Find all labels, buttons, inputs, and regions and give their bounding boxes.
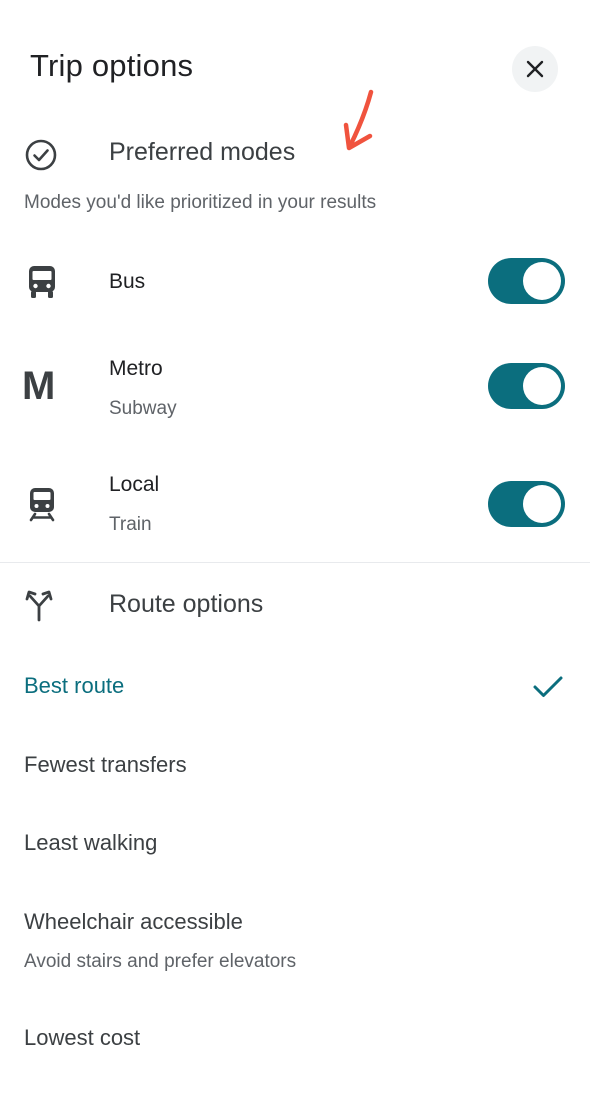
mode-sub-metro: Subway — [109, 398, 177, 419]
preferred-modes-subtitle: Modes you'd like prioritized in your res… — [24, 192, 377, 213]
annotation-arrow-icon — [343, 89, 374, 151]
mode-sub-local: Train — [109, 514, 152, 535]
mode-label-local: Local — [109, 473, 160, 496]
metro-m-icon: M — [22, 364, 56, 408]
preferred-modes-heading: Preferred modes — [109, 138, 296, 166]
close-icon — [526, 60, 544, 78]
train-icon — [29, 488, 55, 522]
close-button[interactable] — [512, 46, 558, 92]
route-option-wheelchair-sub: Avoid stairs and prefer elevators — [24, 951, 297, 972]
mode-label-metro: Metro — [109, 357, 163, 380]
check-icon — [533, 676, 563, 697]
route-option-least-walking[interactable]: Least walking — [24, 830, 157, 856]
check-circle-icon — [25, 139, 57, 171]
page-title: Trip options — [30, 48, 194, 83]
toggle-knob — [523, 367, 561, 405]
route-option-lowest-cost[interactable]: Lowest cost — [24, 1025, 140, 1051]
route-options-heading: Route options — [109, 590, 264, 618]
section-divider — [0, 562, 590, 563]
route-option-fewest-transfers[interactable]: Fewest transfers — [24, 752, 187, 778]
toggle-knob — [523, 262, 561, 300]
local-toggle[interactable] — [488, 481, 565, 527]
metro-toggle[interactable] — [488, 363, 565, 409]
bus-icon — [29, 266, 55, 298]
toggle-knob — [523, 485, 561, 523]
route-fork-icon — [25, 590, 53, 622]
route-option-wheelchair-accessible[interactable]: Wheelchair accessible — [24, 909, 243, 935]
route-option-best-route[interactable]: Best route — [24, 673, 124, 699]
bus-toggle[interactable] — [488, 258, 565, 304]
mode-label-bus: Bus — [109, 270, 146, 293]
